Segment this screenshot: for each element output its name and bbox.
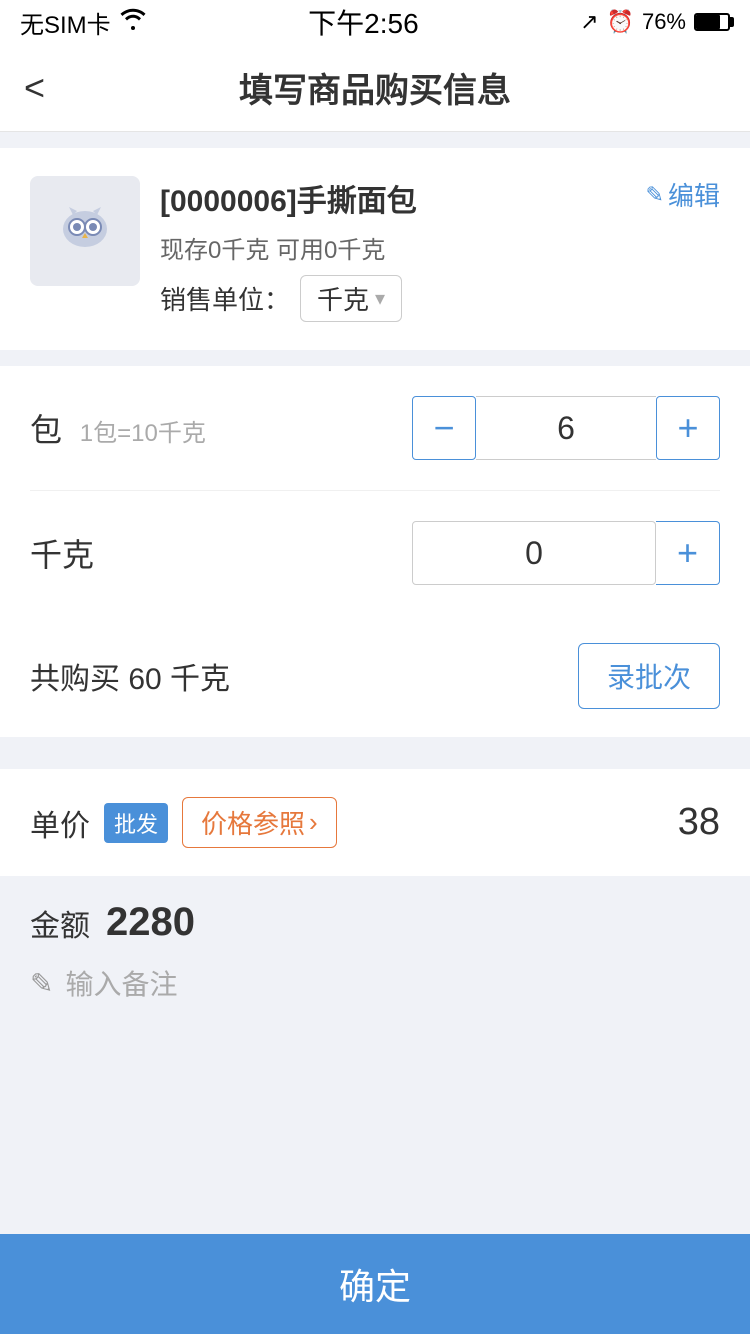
amount-label: 金额	[30, 901, 90, 945]
unit-selector[interactable]: 千克 ▾	[300, 275, 402, 322]
price-label-area: 单价 批发 价格参照 ›	[30, 797, 337, 848]
edit-label: 编辑	[668, 176, 720, 213]
location-icon: ↗	[580, 9, 598, 35]
battery-icon	[694, 13, 730, 31]
product-stock: 现存0千克 可用0千克	[160, 230, 626, 265]
price-row: 单价 批发 价格参照 › 38	[30, 797, 720, 848]
alarm-icon: ⏰	[607, 9, 634, 35]
package-qty-control: − +	[412, 396, 720, 460]
page-title: 填写商品购买信息	[239, 63, 511, 112]
unit-label: 销售单位：	[160, 280, 290, 317]
remark-placeholder: 输入备注	[65, 963, 177, 1003]
status-indicators: ↗ ⏰ 76%	[580, 9, 730, 35]
amount-value: 2280	[106, 900, 195, 945]
kilogram-label: 千克	[30, 537, 94, 573]
edit-icon: ✎	[646, 182, 664, 208]
kilogram-row: 千克 +	[30, 491, 720, 615]
confirm-label: 确定	[339, 1258, 411, 1310]
amount-section: 金额 2280 ✎ 输入备注	[0, 876, 750, 1023]
kilogram-qty-input[interactable]	[412, 521, 656, 585]
nav-bar: < 填写商品购买信息	[0, 44, 750, 132]
status-carrier: 无SIM卡	[20, 5, 147, 40]
amount-row: 金额 2280	[30, 900, 720, 945]
confirm-bar[interactable]: 确定	[0, 1234, 750, 1334]
carrier-text: 无SIM卡	[20, 5, 111, 40]
package-row: 包 1包=10千克 − +	[30, 366, 720, 491]
package-qty-input[interactable]	[476, 396, 656, 460]
kilogram-label-area: 千克	[30, 530, 94, 576]
status-bar: 无SIM卡 下午2:56 ↗ ⏰ 76%	[0, 0, 750, 44]
wifi-icon	[119, 8, 147, 37]
remark-icon: ✎	[30, 967, 53, 1000]
price-section: 单价 批发 价格参照 › 38	[0, 769, 750, 876]
price-label: 单价	[30, 801, 90, 845]
edit-button[interactable]: ✎ 编辑	[646, 176, 720, 213]
product-thumbnail	[30, 176, 140, 286]
divider-1	[0, 350, 750, 366]
product-actions: ✎ 编辑	[646, 176, 720, 213]
product-unit-row: 销售单位： 千克 ▾	[160, 275, 626, 322]
kilogram-qty-control: +	[412, 521, 720, 585]
remark-row[interactable]: ✎ 输入备注	[30, 963, 720, 1023]
price-ref-arrow: ›	[309, 807, 318, 838]
summary-section: 共购买 60 千克 录批次	[0, 615, 750, 737]
product-card: [0000006]手撕面包 现存0千克 可用0千克 销售单位： 千克 ▾ ✎ 编…	[0, 148, 750, 350]
price-ref-label: 价格参照	[201, 804, 305, 841]
product-name: [0000006]手撕面包	[160, 176, 626, 220]
price-tag: 批发	[104, 803, 168, 843]
divider-2	[0, 737, 750, 753]
back-button[interactable]: <	[24, 67, 45, 109]
package-plus-button[interactable]: +	[656, 396, 720, 460]
package-hint: 1包=10千克	[80, 420, 206, 447]
unit-dropdown-icon: ▾	[375, 286, 385, 311]
battery-percent: 76%	[642, 9, 686, 35]
kilogram-plus-button[interactable]: +	[656, 521, 720, 585]
package-label-area: 包 1包=10千克	[30, 405, 206, 451]
price-ref-button[interactable]: 价格参照 ›	[182, 797, 337, 848]
product-info: [0000006]手撕面包 现存0千克 可用0千克 销售单位： 千克 ▾	[160, 176, 626, 322]
package-minus-button[interactable]: −	[412, 396, 476, 460]
status-time: 下午2:56	[308, 2, 419, 42]
product-owl-logo	[55, 201, 115, 261]
price-value: 38	[678, 801, 720, 844]
summary-text: 共购买 60 千克	[30, 654, 230, 698]
input-section: 包 1包=10千克 − + 千克 +	[0, 366, 750, 615]
unit-value: 千克	[317, 280, 369, 317]
package-label: 包	[30, 412, 62, 448]
batch-button[interactable]: 录批次	[578, 643, 720, 709]
